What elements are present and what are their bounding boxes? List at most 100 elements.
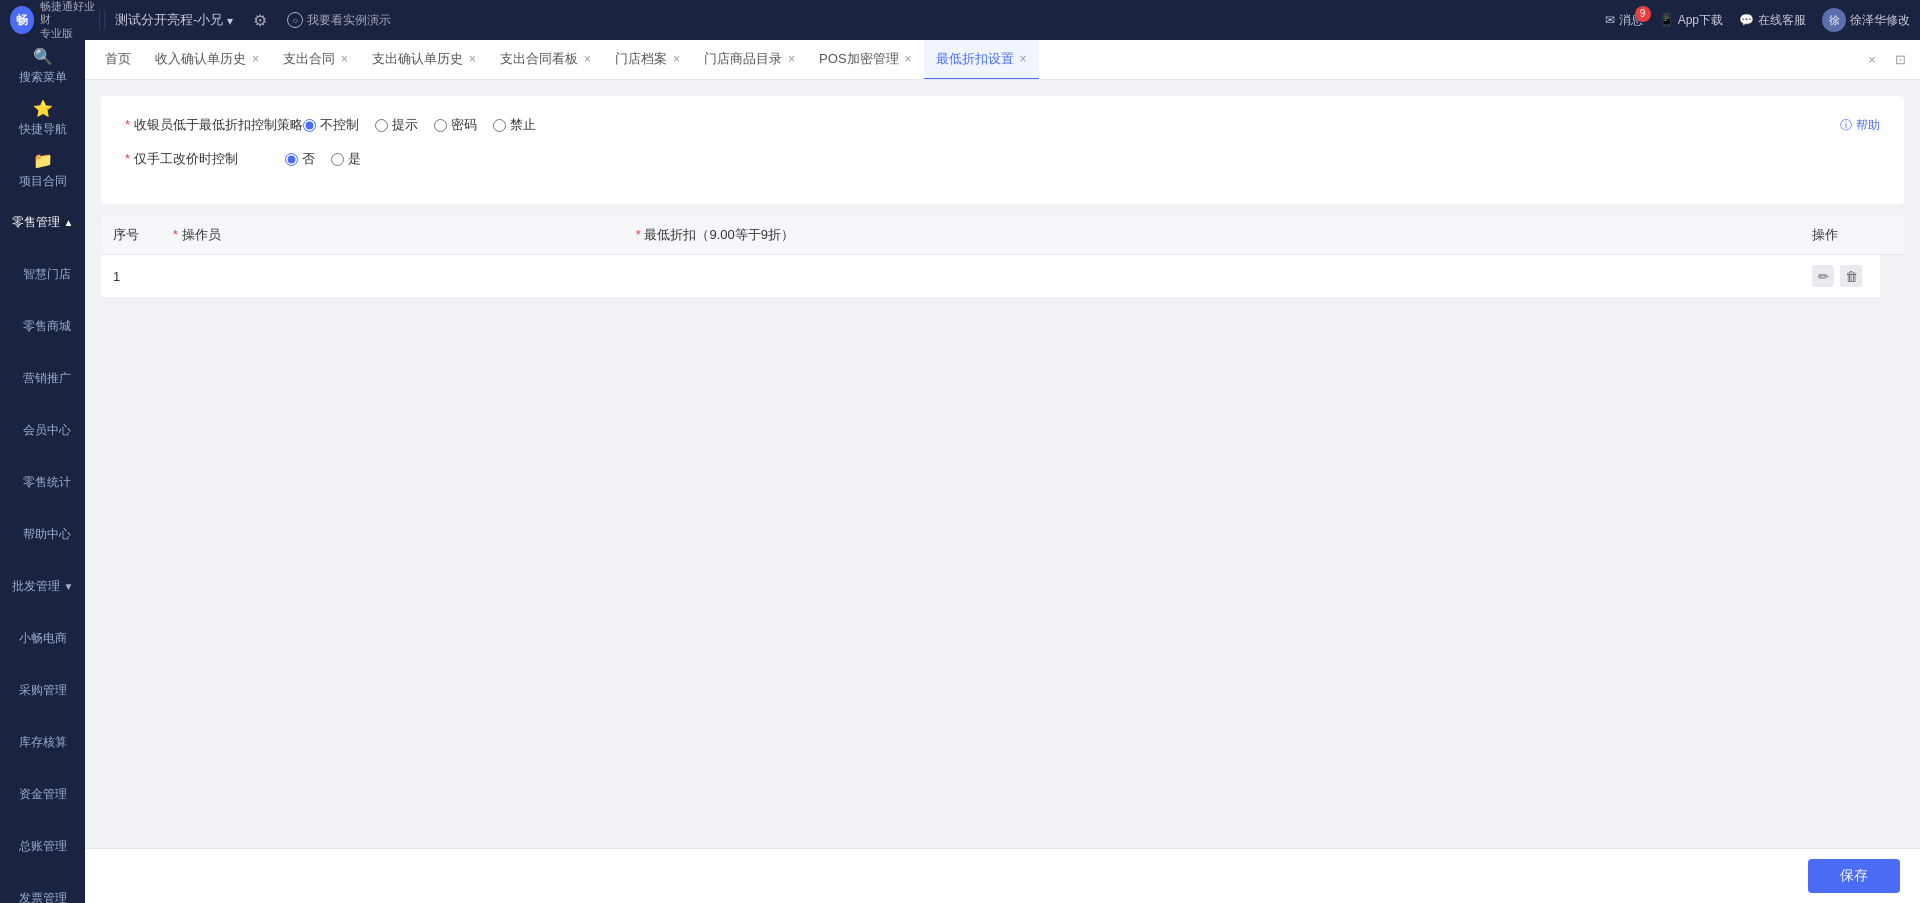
sidebar-item-label: 资金管理	[19, 786, 67, 803]
manual-radio-group: 否 是	[285, 150, 361, 168]
sidebar-item-online-store[interactable]: 零售商城	[0, 300, 85, 352]
tab-income-close[interactable]: ×	[252, 53, 259, 65]
tab-expense-board[interactable]: 支出合同看板 ×	[488, 40, 603, 80]
messages-button[interactable]: ✉ 消息 9	[1605, 12, 1643, 29]
manual-row: * 仅手工改价时控制 否 是	[125, 150, 1880, 168]
strategy-label-text: 收银员低于最低折扣控制策略	[134, 117, 303, 132]
project-icon: 📁	[33, 151, 53, 170]
strategy-remind-label: 提示	[392, 116, 418, 134]
scrollbar-placeholder	[1880, 216, 1904, 255]
online-service-button[interactable]: 💬 在线客服	[1739, 12, 1806, 29]
main-layout: 🔍 搜索菜单 ⭐ 快捷导航 📁 项目合同 零售管理 ▲ 智慧门店 零售商城 营销…	[0, 40, 1920, 903]
settings-button[interactable]: ⚙	[243, 11, 277, 30]
tab-pos-password-label: POS加密管理	[819, 50, 898, 68]
manual-yes-radio[interactable]	[331, 153, 344, 166]
message-icon: ✉	[1605, 13, 1615, 27]
tab-store-goods-close[interactable]: ×	[788, 53, 795, 65]
app-download-button[interactable]: 📱 App下载	[1659, 12, 1723, 29]
strategy-remind[interactable]: 提示	[375, 116, 418, 134]
required-star2: *	[125, 151, 130, 166]
close-all-tabs-button[interactable]: ×	[1860, 48, 1884, 72]
manual-label: * 仅手工改价时控制	[125, 150, 285, 168]
edit-icon[interactable]: ✏	[1812, 265, 1834, 287]
tab-min-discount[interactable]: 最低折扣设置 ×	[924, 40, 1039, 80]
table-row: 1 ✏ 🗑	[101, 255, 1904, 298]
col-header-action: 操作	[1800, 216, 1880, 255]
sidebar-item-ecommerce[interactable]: 小畅电商	[0, 612, 85, 664]
sidebar-item-project[interactable]: 📁 项目合同	[0, 144, 85, 196]
tabbar: 首页 收入确认单历史 × 支出合同 × 支出确认单历史 × 支出合同看板 × 门…	[85, 40, 1920, 80]
strategy-no-control-radio[interactable]	[303, 119, 316, 132]
tab-home[interactable]: 首页	[93, 40, 143, 80]
cell-operator	[161, 255, 624, 298]
project-dropdown-icon	[227, 13, 233, 28]
manual-no-radio[interactable]	[285, 153, 298, 166]
tab-store-goods-label: 门店商品目录	[704, 50, 782, 68]
action-icons: ✏ 🗑	[1812, 265, 1868, 287]
app-logo: 畅 畅捷通好业财专业版	[10, 0, 95, 40]
save-button[interactable]: 保存	[1808, 859, 1900, 893]
demo-button[interactable]: ○ 我要看实例演示	[277, 12, 401, 29]
tab-pos-password[interactable]: POS加密管理 ×	[807, 40, 923, 80]
sidebar-item-smart-store[interactable]: 智慧门店	[0, 248, 85, 300]
sidebar-item-retail[interactable]: 零售管理 ▲	[0, 196, 85, 248]
sidebar-item-search[interactable]: 🔍 搜索菜单	[0, 40, 85, 92]
col-header-seq: 序号	[101, 216, 161, 255]
sidebar-item-wholesale[interactable]: 批发管理 ▼	[0, 560, 85, 612]
sidebar-item-member[interactable]: 会员中心	[0, 404, 85, 456]
tab-contract[interactable]: 支出合同 ×	[271, 40, 360, 80]
strategy-no-control[interactable]: 不控制	[303, 116, 359, 134]
sidebar-item-accounting[interactable]: 总账管理	[0, 820, 85, 872]
manual-no-label: 否	[302, 150, 315, 168]
avatar: 徐	[1822, 8, 1846, 32]
project-selector[interactable]: 测试分开亮程-小兄	[104, 11, 243, 29]
sidebar: 🔍 搜索菜单 ⭐ 快捷导航 📁 项目合同 零售管理 ▲ 智慧门店 零售商城 营销…	[0, 40, 85, 903]
form-card: * 收银员低于最低折扣控制策略 不控制 提示	[101, 96, 1904, 204]
user-name: 徐泽华修改	[1850, 12, 1910, 29]
tab-store-archive-close[interactable]: ×	[673, 53, 680, 65]
tab-income[interactable]: 收入确认单历史 ×	[143, 40, 271, 80]
tab-pos-password-close[interactable]: ×	[905, 53, 912, 65]
sidebar-item-marketing[interactable]: 营销推广	[0, 352, 85, 404]
strategy-forbid-radio[interactable]	[493, 119, 506, 132]
strategy-password-radio[interactable]	[434, 119, 447, 132]
tab-income-label: 收入确认单历史	[155, 50, 246, 68]
strategy-forbid[interactable]: 禁止	[493, 116, 536, 134]
user-menu[interactable]: 徐 徐泽华修改	[1822, 8, 1910, 32]
tab-store-goods[interactable]: 门店商品目录 ×	[692, 40, 807, 80]
sidebar-item-label: 发票管理	[19, 890, 67, 904]
strategy-no-control-label: 不控制	[320, 116, 359, 134]
strategy-password-label: 密码	[451, 116, 477, 134]
sidebar-item-quicknav[interactable]: ⭐ 快捷导航	[0, 92, 85, 144]
tab-store-archive-label: 门店档案	[615, 50, 667, 68]
delete-icon[interactable]: 🗑	[1840, 265, 1862, 287]
tab-home-label: 首页	[105, 50, 131, 68]
strategy-remind-radio[interactable]	[375, 119, 388, 132]
cell-action: ✏ 🗑	[1800, 255, 1880, 298]
sidebar-item-stats[interactable]: 零售统计	[0, 456, 85, 508]
sidebar-item-label: 帮助中心	[23, 526, 71, 543]
sidebar-item-invoice[interactable]: 发票管理	[0, 872, 85, 903]
help-button[interactable]: ⓘ 帮助	[1840, 117, 1880, 134]
expand-tabs-button[interactable]: ⊡	[1888, 48, 1912, 72]
manual-yes-label: 是	[348, 150, 361, 168]
tab-contract-close[interactable]: ×	[341, 53, 348, 65]
sidebar-item-help[interactable]: 帮助中心	[0, 508, 85, 560]
sidebar-item-inventory[interactable]: 库存核算	[0, 716, 85, 768]
tab-expense-confirm-close[interactable]: ×	[469, 53, 476, 65]
sidebar-item-finance[interactable]: 资金管理	[0, 768, 85, 820]
sidebar-item-label: 采购管理	[19, 682, 67, 699]
strategy-password[interactable]: 密码	[434, 116, 477, 134]
sidebar-item-label: 项目合同	[19, 173, 67, 190]
tabbar-actions: × ⊡	[1860, 48, 1912, 72]
manual-yes[interactable]: 是	[331, 150, 361, 168]
tab-min-discount-close[interactable]: ×	[1020, 53, 1027, 65]
help-label: 帮助	[1856, 117, 1880, 134]
sidebar-item-purchase[interactable]: 采购管理	[0, 664, 85, 716]
manual-no[interactable]: 否	[285, 150, 315, 168]
tab-expense-board-close[interactable]: ×	[584, 53, 591, 65]
sidebar-item-label: 库存核算	[19, 734, 67, 751]
tab-store-archive[interactable]: 门店档案 ×	[603, 40, 692, 80]
tab-contract-label: 支出合同	[283, 50, 335, 68]
tab-expense-confirm[interactable]: 支出确认单历史 ×	[360, 40, 488, 80]
